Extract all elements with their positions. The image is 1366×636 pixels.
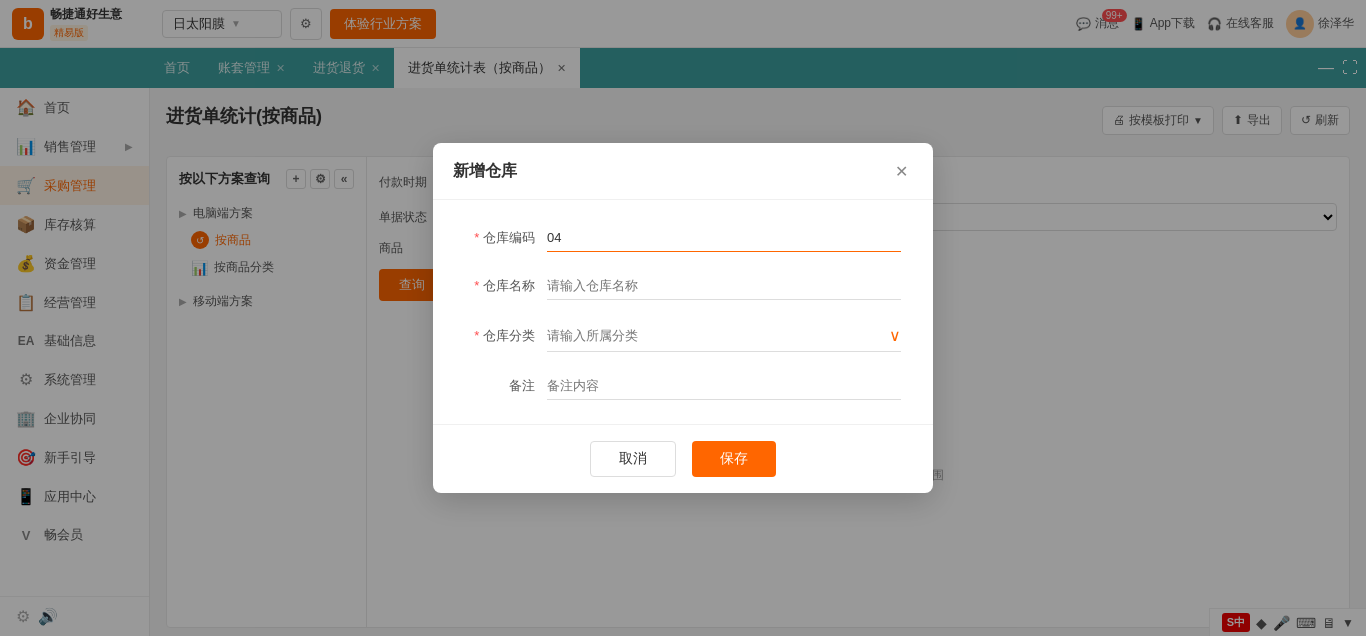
add-warehouse-modal: 新增仓库 ✕ 仓库编码 仓库名称 仓库分类 ∨ 备注 [433, 143, 933, 493]
warehouse-category-field: 仓库分类 ∨ [465, 320, 901, 352]
warehouse-category-label: 仓库分类 [465, 327, 535, 345]
modal-overlay[interactable]: 新增仓库 ✕ 仓库编码 仓库名称 仓库分类 ∨ 备注 [0, 0, 1366, 636]
save-button[interactable]: 保存 [692, 441, 776, 477]
modal-title: 新增仓库 [453, 161, 517, 182]
warehouse-code-input[interactable] [547, 224, 901, 252]
warehouse-code-label: 仓库编码 [465, 229, 535, 247]
warehouse-name-field: 仓库名称 [465, 272, 901, 300]
warehouse-name-input[interactable] [547, 272, 901, 300]
warehouse-code-field: 仓库编码 [465, 224, 901, 252]
modal-close-button[interactable]: ✕ [889, 159, 913, 183]
warehouse-note-field: 备注 [465, 372, 901, 400]
modal-body: 仓库编码 仓库名称 仓库分类 ∨ 备注 [433, 200, 933, 424]
warehouse-name-label: 仓库名称 [465, 277, 535, 295]
warehouse-category-select[interactable]: ∨ [547, 320, 901, 352]
modal-footer: 取消 保存 [433, 424, 933, 493]
warehouse-note-label: 备注 [465, 377, 535, 395]
modal-header: 新增仓库 ✕ [433, 143, 933, 200]
warehouse-category-input[interactable] [547, 328, 889, 343]
cancel-button[interactable]: 取消 [590, 441, 676, 477]
category-dropdown-icon: ∨ [889, 326, 901, 345]
warehouse-note-input[interactable] [547, 372, 901, 400]
